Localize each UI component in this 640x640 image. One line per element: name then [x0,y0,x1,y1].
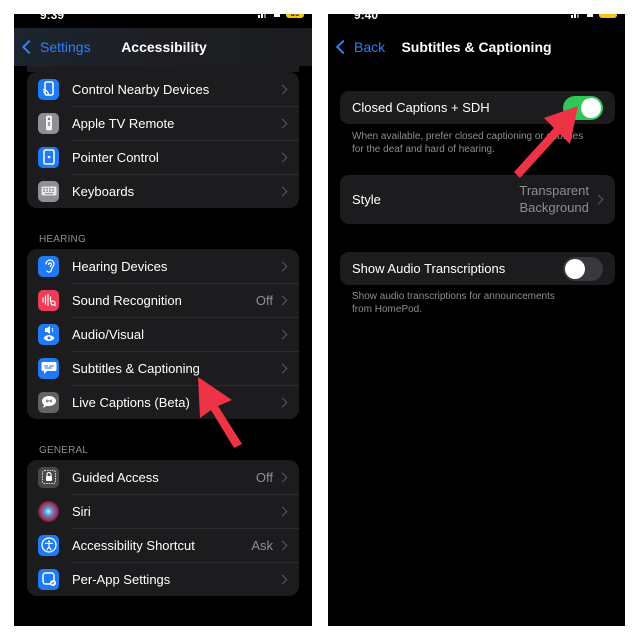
list-item-sound-recognition[interactable]: Sound Recognition Off [27,283,299,317]
ear-icon [38,255,59,277]
keyboard-icon [38,180,59,202]
status-bar: 9:39 39 [14,14,312,22]
list-item-pointer-control[interactable]: Pointer Control [27,140,299,174]
audio-transcriptions-label: Show Audio Transcriptions [352,261,506,276]
style-value-line1: Transparent [519,183,589,198]
list-item-subtitles-captioning[interactable]: Subtitles & Captioning [27,351,299,385]
chevron-right-icon [277,363,288,373]
settings-group-hearing: Hearing Devices Sound Recognition Off Au… [27,249,299,419]
item-label: Audio/Visual [72,326,145,342]
item-label: Apple TV Remote [72,115,175,131]
status-bar: 9:40 [328,14,625,22]
accessibility-icon [38,534,59,556]
closed-captions-footer: When available, prefer closed captioning… [352,131,584,155]
page-title: Accessibility [121,39,207,55]
list-item-live-captions[interactable]: Live Captions (Beta) [27,385,299,419]
chevron-right-icon [277,261,288,271]
item-label: Subtitles & Captioning [72,360,200,376]
chevron-right-icon [277,152,288,162]
lock-icon [38,466,59,488]
settings-group-general: Guided Access Off Siri Accessibility Sho… [27,460,299,596]
wifi-icon [587,14,593,17]
chevron-right-icon [277,186,288,196]
chevron-right-icon [277,472,288,482]
style-value: Transparent Background [519,182,589,216]
subtitles-captioning-screen: 9:40 Back Subtitles & Captioning Closed … [328,14,625,626]
list-item-guided-access[interactable]: Guided Access Off [27,460,299,494]
section-header-general: GENERAL [39,445,89,456]
chevron-right-icon [277,295,288,305]
chevron-right-icon [277,84,288,94]
item-label: Hearing Devices [72,258,168,274]
siri-icon [38,500,59,522]
audio-transcriptions-footer: Show audio transcriptions for announceme… [352,291,555,315]
chevron-right-icon [277,574,288,584]
list-item-per-app-settings[interactable]: Per-App Settings [27,562,299,596]
chevron-right-icon [593,194,604,205]
item-label: Guided Access [72,469,159,485]
item-label: Keyboards [72,183,135,199]
signal-icon [258,14,268,18]
toggle-knob [565,259,585,279]
tv-remote-icon [38,112,59,134]
section-header-hearing: HEARING [39,234,86,245]
chevron-right-icon [277,329,288,339]
audio-transcriptions-toggle[interactable] [563,257,603,281]
list-item-siri[interactable]: Siri [27,494,299,528]
item-label: Siri [72,503,91,519]
list-item-control-nearby-devices[interactable]: Control Nearby Devices [27,72,299,106]
wifi-icon [274,14,280,17]
item-label: Accessibility Shortcut [72,537,195,553]
control-nearby-devices-icon [38,78,59,100]
battery-icon [599,14,617,18]
item-label: Control Nearby Devices [72,81,210,97]
status-time: 9:40 [354,14,379,22]
audio-transcriptions-row: Show Audio Transcriptions [340,252,615,285]
list-item-keyboards[interactable]: Keyboards [27,174,299,208]
list-item-accessibility-shortcut[interactable]: Accessibility Shortcut Ask [27,528,299,562]
item-label: Sound Recognition [72,292,182,308]
nav-bar: Settings Accessibility [14,28,312,66]
live-captions-icon [38,391,59,413]
settings-group-vision: Control Nearby Devices Apple TV Remote P… [27,72,299,208]
captions-icon [38,357,59,379]
toggle-knob [581,98,601,118]
style-value-line2: Background [519,200,589,215]
list-item-audio-visual[interactable]: Audio/Visual [27,317,299,351]
accessibility-screen: 9:39 39 Settings Accessibility Control N… [14,14,312,626]
closed-captions-label: Closed Captions + SDH [352,100,490,115]
style-label: Style [352,192,381,207]
pointer-control-icon [38,146,59,168]
list-item-hearing-devices[interactable]: Hearing Devices [27,249,299,283]
battery-icon: 39 [286,14,304,18]
chevron-right-icon [277,118,288,128]
item-label: Per-App Settings [72,571,171,587]
status-time: 9:39 [40,14,65,22]
closed-captions-toggle[interactable] [563,96,603,120]
item-label: Live Captions (Beta) [72,394,190,410]
per-app-settings-icon [38,568,59,590]
signal-icon [571,14,581,18]
sound-recognition-icon [38,289,59,311]
closed-captions-row: Closed Captions + SDH [340,91,615,124]
audio-visual-icon [38,323,59,345]
chevron-right-icon [277,397,288,407]
list-item-apple-tv-remote[interactable]: Apple TV Remote [27,106,299,140]
nav-bar: Back Subtitles & Captioning [328,28,625,66]
chevron-right-icon [277,506,288,516]
item-label: Pointer Control [72,149,159,165]
chevron-right-icon [277,540,288,550]
item-value: Ask [251,537,273,553]
style-row[interactable]: Style Transparent Background [340,175,615,224]
page-title: Subtitles & Captioning [401,39,552,55]
item-value: Off [255,292,273,308]
item-value: Off [255,469,273,485]
